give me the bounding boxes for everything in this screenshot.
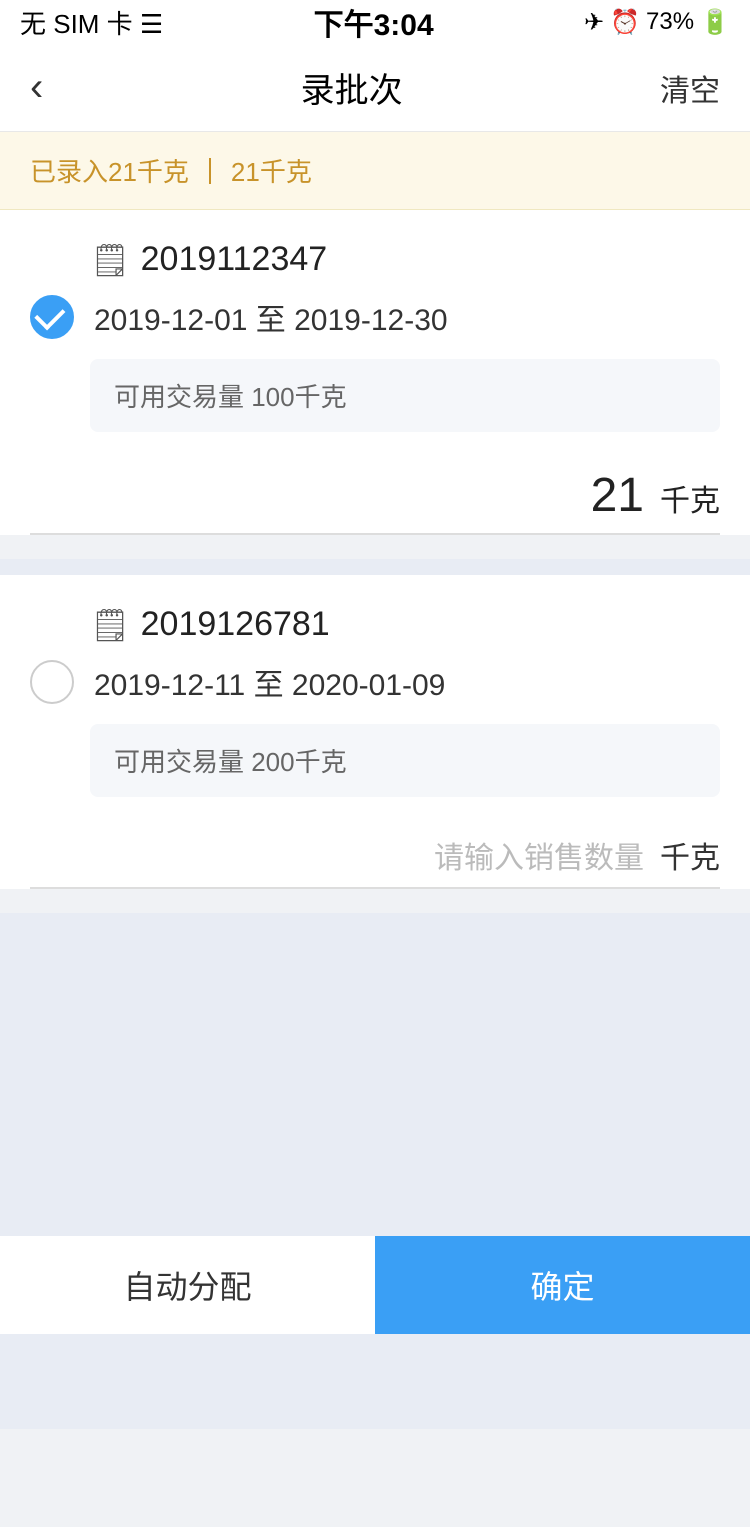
batch-1-amount: 21 (591, 468, 644, 523)
clear-button[interactable]: 清空 (660, 66, 720, 110)
batch-1-radio[interactable] (30, 295, 74, 339)
batch-2-number: 2019126781 (141, 605, 330, 644)
batch-2-date-row[interactable]: 2019-12-11 至 2020-01-09 (30, 660, 720, 704)
batch-2-availability: 可用交易量 200千克 (90, 724, 720, 797)
info-banner: 已录入21千克 21千克 (0, 132, 750, 210)
back-button[interactable]: ‹ (30, 65, 43, 110)
batch-1-card: 🗒 2019112347 2019-12-01 至 2019-12-30 可用交… (0, 210, 750, 535)
bottom-bar: 自动分配 确定 (0, 1236, 750, 1334)
batch-2-item: 🗒 2019126781 2019-12-11 至 2020-01-09 可用交… (0, 575, 750, 797)
batch-1-date: 2019-12-01 至 2019-12-30 (94, 295, 448, 339)
confirm-button[interactable]: 确定 (375, 1236, 750, 1334)
bottom-bg (0, 929, 750, 1429)
batch-1-underline (30, 533, 720, 535)
card-separator-1 (0, 559, 750, 575)
card-separator-2 (0, 913, 750, 929)
batch-1-unit: 千克 (660, 476, 720, 520)
nav-bar: ‹ 录批次 清空 (0, 44, 750, 132)
batch-2-number-row: 🗒 2019126781 (90, 605, 720, 644)
batch-1-icon: 🗒 (90, 241, 131, 279)
battery-icon: 🔋 (700, 8, 730, 37)
alarm-icon: ⏰ (610, 8, 640, 37)
batch-2-radio[interactable] (30, 660, 74, 704)
batch-2-unit: 千克 (660, 833, 720, 877)
batch-1-number-row: 🗒 2019112347 (90, 240, 720, 279)
sim-label: 无 SIM 卡 ☰ (20, 4, 163, 41)
recorded-value: 21千克 (231, 152, 312, 189)
auto-distribute-button[interactable]: 自动分配 (0, 1236, 375, 1334)
status-left: 无 SIM 卡 ☰ (20, 4, 163, 41)
batch-2-input-row[interactable]: 请输入销售数量 千克 (0, 817, 750, 877)
batch-1-item: 🗒 2019112347 2019-12-01 至 2019-12-30 可用交… (0, 210, 750, 432)
status-right: ✈ ⏰ 73% 🔋 (584, 8, 730, 37)
batch-1-availability: 可用交易量 100千克 (90, 359, 720, 432)
status-bar: 无 SIM 卡 ☰ 下午3:04 ✈ ⏰ 73% 🔋 (0, 0, 750, 44)
batch-2-date: 2019-12-11 至 2020-01-09 (94, 660, 445, 704)
location-icon: ✈ (584, 8, 604, 37)
batch-1-date-row[interactable]: 2019-12-01 至 2019-12-30 (30, 295, 720, 339)
batch-1-amount-row: 21 千克 (0, 452, 750, 523)
battery-label: 73% (646, 8, 694, 36)
batch-2-input-placeholder: 请输入销售数量 (30, 833, 644, 877)
info-divider (209, 158, 211, 184)
batch-1-number: 2019112347 (141, 240, 328, 279)
batch-2-underline (30, 887, 720, 889)
batch-2-icon: 🗒 (90, 606, 131, 644)
recorded-label: 已录入21千克 (30, 152, 189, 189)
batch-2-card: 🗒 2019126781 2019-12-11 至 2020-01-09 可用交… (0, 575, 750, 889)
page-title: 录批次 (301, 63, 403, 112)
status-time: 下午3:04 (314, 0, 434, 44)
